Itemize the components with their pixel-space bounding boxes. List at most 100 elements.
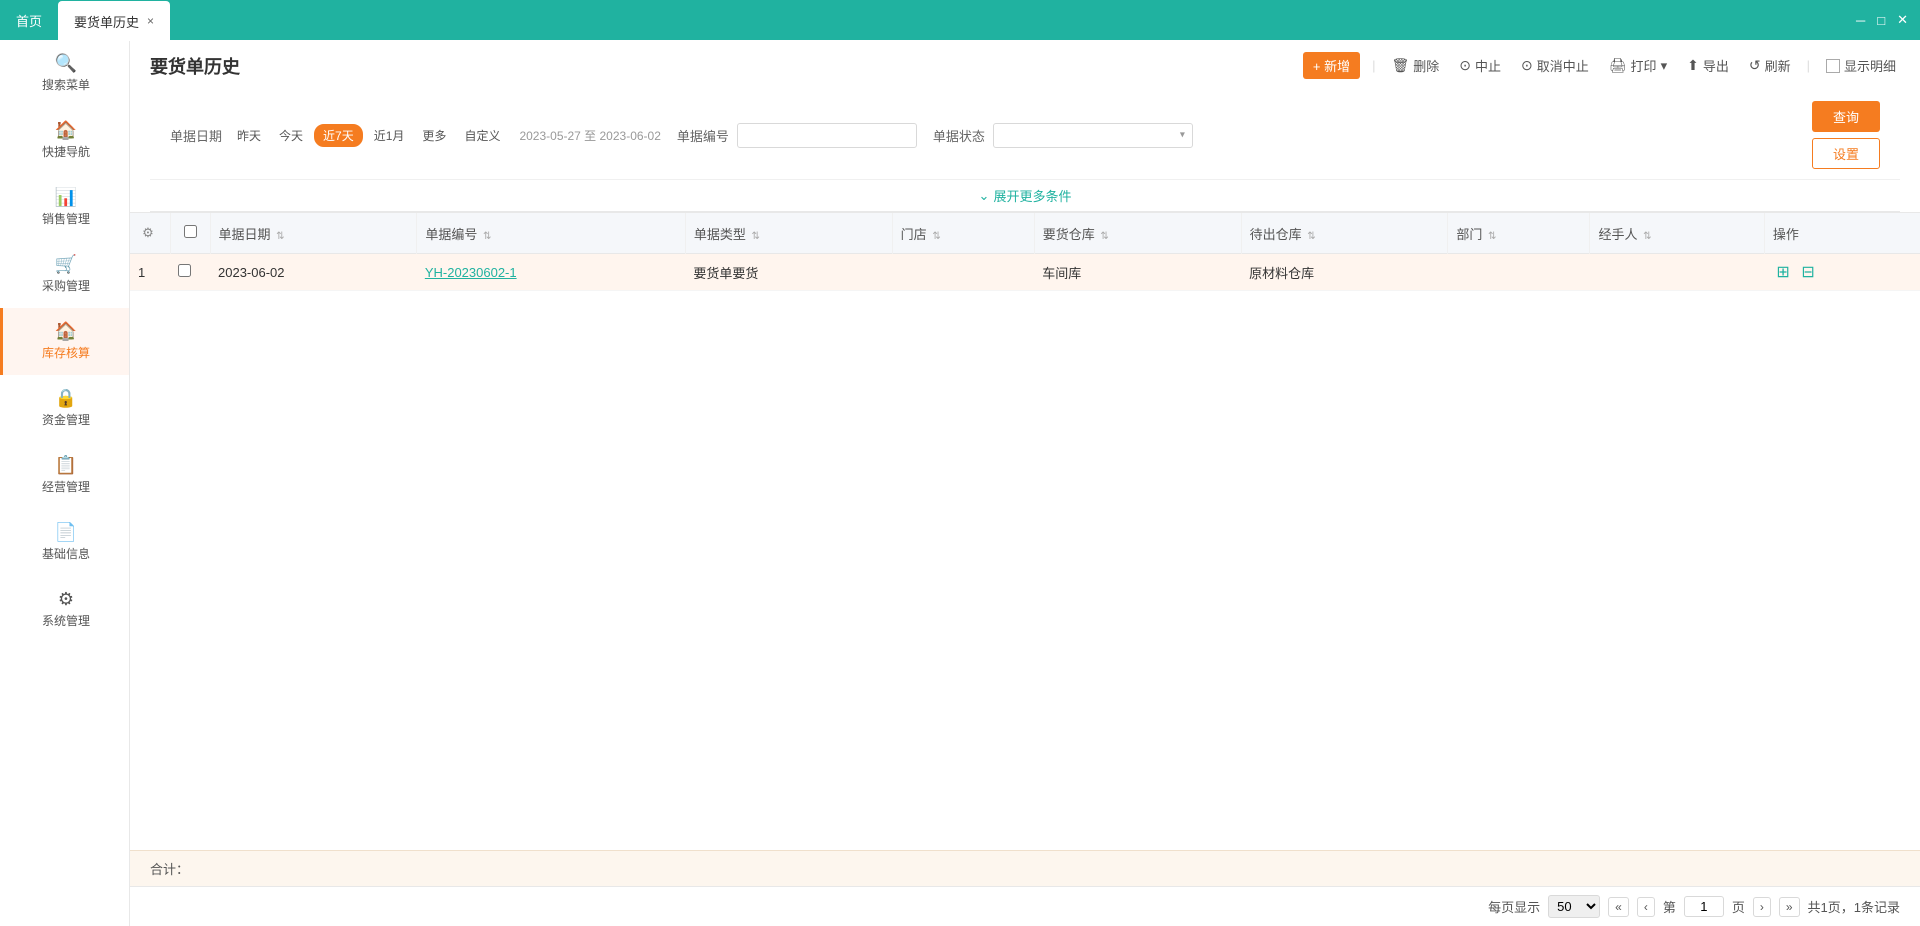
inventory-icon: 🏠 xyxy=(55,322,77,340)
doc-no-label: 单据编号 xyxy=(677,126,729,145)
sidebar-item-sales[interactable]: 📊 销售管理 xyxy=(0,174,129,241)
window-maximize-btn[interactable]: □ xyxy=(1877,13,1885,28)
sidebar-item-search[interactable]: 🔍 搜索菜单 xyxy=(0,40,129,107)
date-btn-today[interactable]: 今天 xyxy=(272,124,310,147)
col-settings: ⚙ xyxy=(130,213,170,254)
suspend-button[interactable]: ⊙ 中止 xyxy=(1455,54,1505,77)
sales-icon: 📊 xyxy=(55,188,77,206)
cell-doc-date: 2023-06-02 xyxy=(210,254,417,291)
page-size-select[interactable]: 20 50 100 200 xyxy=(1548,895,1600,918)
filter-settings-button[interactable]: 设置 xyxy=(1812,138,1880,169)
export-icon: ⬆ xyxy=(1687,57,1699,74)
table-container: ⚙ 单据日期 ⇅ 单据编号 ⇅ xyxy=(130,213,1920,850)
sidebar-item-purchase[interactable]: 🛒 采购管理 xyxy=(0,241,129,308)
doc-no-link[interactable]: YH-20230602-1 xyxy=(425,265,517,280)
sidebar-item-operations[interactable]: 📋 经营管理 xyxy=(0,442,129,509)
purchase-icon: 🛒 xyxy=(55,255,77,273)
total-info: 共1页，1条记录 xyxy=(1808,897,1900,916)
sidebar-label-system: 系统管理 xyxy=(42,612,90,629)
col-handler: 经手人 ⇅ xyxy=(1590,213,1764,254)
print-icon: 🖨 xyxy=(1609,57,1627,74)
suspend-icon: ⊙ xyxy=(1459,57,1471,74)
sidebar-label-sales: 销售管理 xyxy=(42,210,90,227)
print-button[interactable]: 🖨 打印 ▾ xyxy=(1605,54,1671,77)
finance-icon: 🔒 xyxy=(55,389,77,407)
date-filter-label: 单据日期 xyxy=(170,126,222,145)
doc-status-select[interactable] xyxy=(993,123,1193,148)
refresh-icon: ↺ xyxy=(1749,57,1761,74)
date-btn-more[interactable]: 更多 xyxy=(415,124,453,147)
tab-requisition-history[interactable]: 要货单历史 × xyxy=(58,1,170,41)
date-btn-7days[interactable]: 近7天 xyxy=(314,124,363,147)
sort-icon-store[interactable]: ⇅ xyxy=(932,231,940,242)
sort-icon-pending-warehouse[interactable]: ⇅ xyxy=(1307,231,1315,242)
action-buttons: 查询 设置 xyxy=(1812,101,1880,169)
date-btn-1month[interactable]: 近1月 xyxy=(367,124,412,147)
main-layout: 🔍 搜索菜单 🏠 快捷导航 📊 销售管理 🛒 采购管理 🏠 库存核算 🔒 资金管… xyxy=(0,40,1920,926)
row-more-icon[interactable]: ⊟ xyxy=(1801,264,1814,281)
page-header: 要货单历史 + 新增 | 🗑 删除 ⊙ 中止 ⊙ 取消中止 xyxy=(130,40,1920,213)
sidebar-label-inventory: 库存核算 xyxy=(42,344,90,361)
summary-label: 合计： xyxy=(150,862,189,877)
doc-no-input[interactable] xyxy=(737,123,917,148)
sort-icon-doc-type[interactable]: ⇅ xyxy=(751,231,759,242)
select-all-checkbox[interactable] xyxy=(184,225,197,238)
first-page-button[interactable]: « xyxy=(1608,897,1629,917)
sort-icon-doc-no[interactable]: ⇅ xyxy=(483,231,491,242)
refresh-button[interactable]: ↺ 刷新 xyxy=(1745,54,1795,77)
display-cells-checkbox xyxy=(1826,59,1840,73)
content-area: 要货单历史 + 新增 | 🗑 删除 ⊙ 中止 ⊙ 取消中止 xyxy=(130,40,1920,926)
page-title: 要货单历史 xyxy=(150,53,240,79)
row-checkbox[interactable] xyxy=(178,264,191,277)
top-bar: 首页 要货单历史 × ─ □ ✕ xyxy=(0,0,1920,40)
sidebar-item-quick-nav[interactable]: 🏠 快捷导航 xyxy=(0,107,129,174)
prev-page-button[interactable]: ‹ xyxy=(1637,897,1655,917)
basics-icon: 📄 xyxy=(55,523,77,541)
sidebar-item-system[interactable]: ⚙ 系统管理 xyxy=(0,576,129,643)
sidebar-item-inventory[interactable]: 🏠 库存核算 xyxy=(0,308,129,375)
tab-home[interactable]: 首页 xyxy=(0,0,58,40)
table-header-row: ⚙ 单据日期 ⇅ 单据编号 ⇅ xyxy=(130,213,1920,254)
date-btn-yesterday[interactable]: 昨天 xyxy=(230,124,268,147)
page-number-input[interactable] xyxy=(1684,896,1724,917)
tab-close-icon[interactable]: × xyxy=(147,14,154,28)
expand-more-button[interactable]: ⌄ 展开更多条件 xyxy=(979,186,1072,205)
sidebar-item-finance[interactable]: 🔒 资金管理 xyxy=(0,375,129,442)
sidebar-item-basics[interactable]: 📄 基础信息 xyxy=(0,509,129,576)
row-edit-icon[interactable]: ⊞ xyxy=(1776,264,1789,281)
sidebar-label-purchase: 采购管理 xyxy=(42,277,90,294)
query-button[interactable]: 查询 xyxy=(1812,101,1880,132)
top-bar-right: ─ □ ✕ xyxy=(1856,12,1920,28)
page-label-after: 页 xyxy=(1732,897,1745,916)
cell-operation: ⊞ ⊟ xyxy=(1764,254,1920,291)
last-page-button[interactable]: » xyxy=(1779,897,1800,917)
export-button[interactable]: ⬆ 导出 xyxy=(1683,54,1733,77)
sort-icon-req-warehouse[interactable]: ⇅ xyxy=(1100,231,1108,242)
sort-icon-department[interactable]: ⇅ xyxy=(1488,231,1496,242)
window-minimize-btn[interactable]: ─ xyxy=(1856,13,1865,28)
delete-button[interactable]: 🗑 删除 xyxy=(1387,54,1443,77)
new-button[interactable]: + 新增 xyxy=(1303,52,1360,79)
home-icon: 🏠 xyxy=(55,121,77,139)
col-department: 部门 ⇅ xyxy=(1448,213,1590,254)
sidebar-label-search: 搜索菜单 xyxy=(42,76,90,93)
date-filter-group: 单据日期 昨天 今天 近7天 近1月 更多 自定义 2023-05-27 至 2… xyxy=(170,124,661,147)
column-settings-icon[interactable]: ⚙ xyxy=(138,223,158,243)
sort-icon-handler[interactable]: ⇅ xyxy=(1643,231,1651,242)
sidebar-label-operations: 经营管理 xyxy=(42,478,90,495)
window-close-btn[interactable]: ✕ xyxy=(1897,12,1908,28)
toolbar: + 新增 | 🗑 删除 ⊙ 中止 ⊙ 取消中止 🖨 xyxy=(1303,52,1900,79)
operations-icon: 📋 xyxy=(55,456,77,474)
col-doc-no: 单据编号 ⇅ xyxy=(417,213,686,254)
data-table: ⚙ 单据日期 ⇅ 单据编号 ⇅ xyxy=(130,213,1920,291)
display-cells-button[interactable]: 显示明细 xyxy=(1822,54,1900,77)
cancel-suspend-button[interactable]: ⊙ 取消中止 xyxy=(1517,54,1593,77)
sort-icon-doc-date[interactable]: ⇅ xyxy=(276,231,284,242)
cell-row-num: 1 xyxy=(130,254,170,291)
next-page-button[interactable]: › xyxy=(1753,897,1771,917)
date-btn-custom[interactable]: 自定义 xyxy=(457,124,507,147)
col-operation: 操作 xyxy=(1764,213,1920,254)
filter-row: 单据日期 昨天 今天 近7天 近1月 更多 自定义 2023-05-27 至 2… xyxy=(150,91,1900,180)
table-row[interactable]: 1 2023-06-02 YH-20230602-1 要货单要货 xyxy=(130,254,1920,291)
cancel-suspend-icon: ⊙ xyxy=(1521,57,1533,74)
